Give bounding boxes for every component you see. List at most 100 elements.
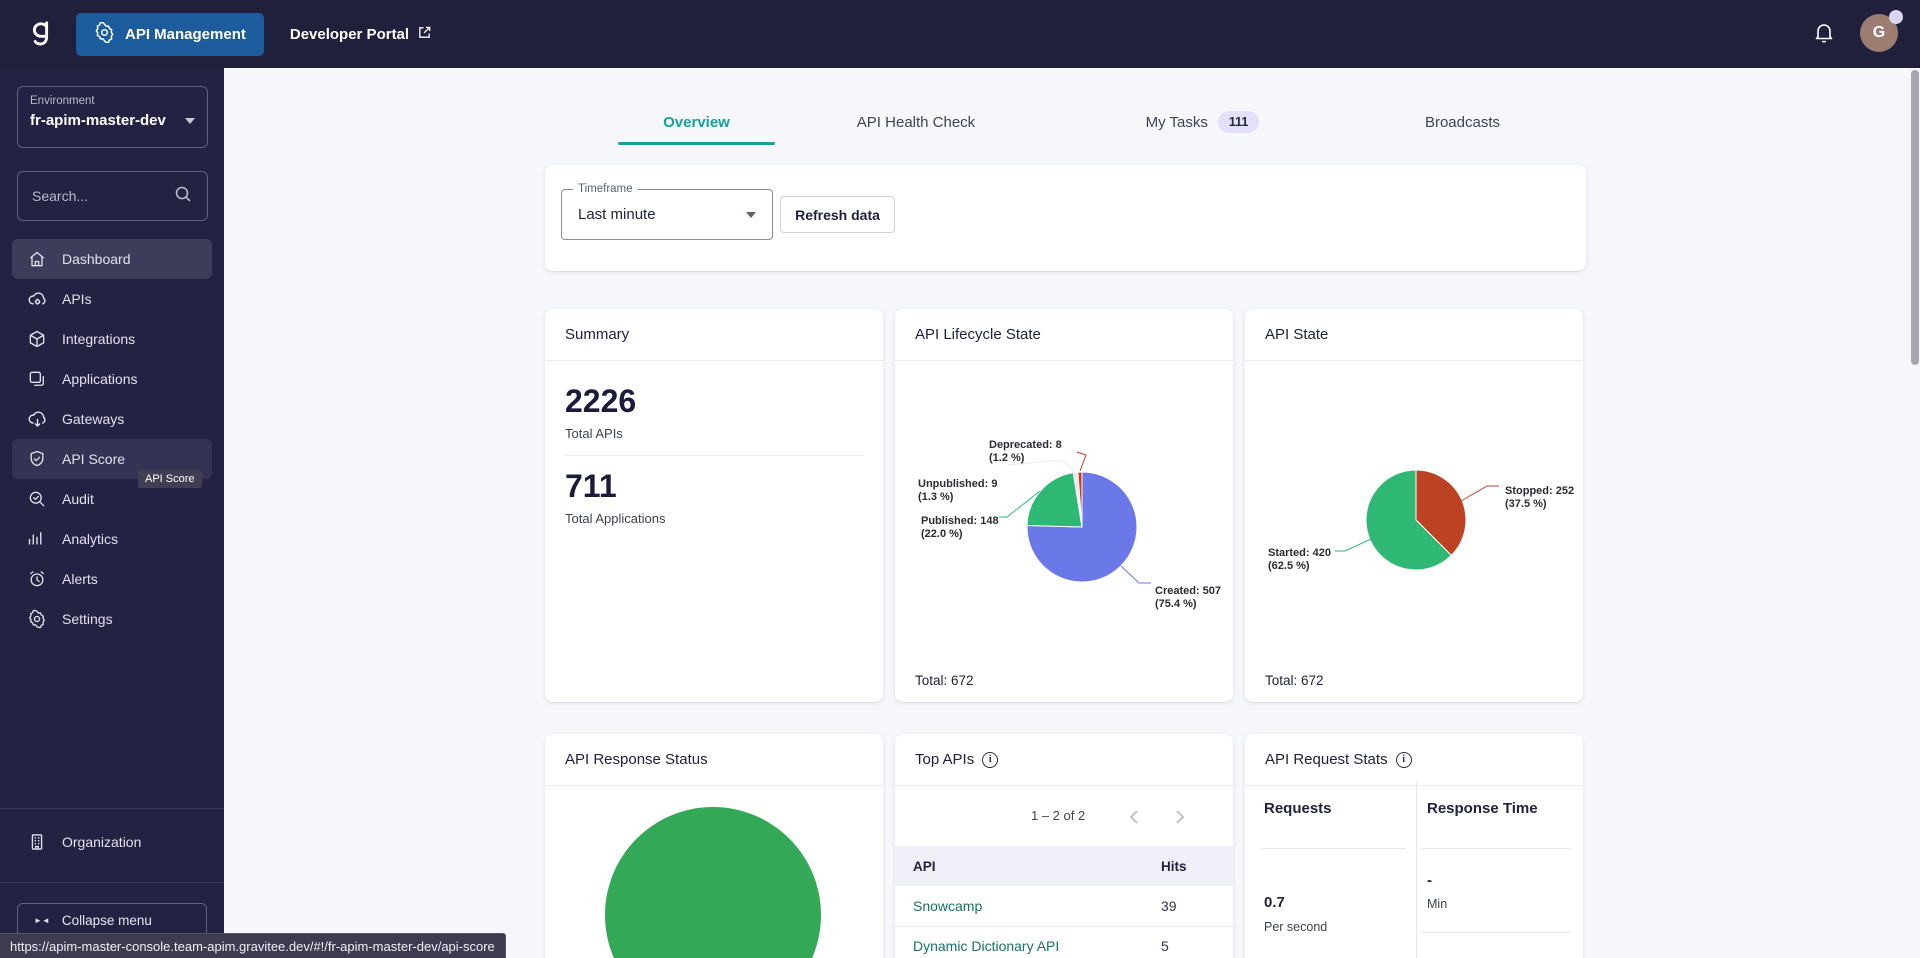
sidebar-item-analytics[interactable]: Analytics bbox=[12, 519, 212, 559]
tab-my-tasks[interactable]: My Tasks111 bbox=[1115, 100, 1290, 144]
cube-icon bbox=[26, 328, 48, 350]
sidebar-divider bbox=[0, 882, 224, 883]
lifecycle-total: Total: 672 bbox=[915, 673, 974, 688]
chevron-down-icon bbox=[746, 212, 756, 218]
apim-console: API Management Developer Portal G Enviro… bbox=[0, 0, 1920, 958]
requests-per-second-value: 0.7 bbox=[1264, 894, 1285, 911]
total-apis-value: 2226 bbox=[565, 383, 863, 420]
user-avatar[interactable]: G bbox=[1860, 14, 1900, 54]
gear-icon bbox=[26, 608, 48, 630]
sidebar-item-applications[interactable]: Applications bbox=[12, 359, 212, 399]
api-lifecycle-state-card: API Lifecycle State Deprecated: 8 (1.2 %… bbox=[895, 309, 1233, 702]
divider bbox=[1262, 848, 1406, 849]
total-applications-value: 711 bbox=[565, 468, 863, 505]
top-apis-title: Top APIs bbox=[915, 751, 974, 768]
search-icon bbox=[173, 184, 193, 209]
sidebar-item-alerts[interactable]: Alerts bbox=[12, 559, 212, 599]
request-stats-divider bbox=[1416, 782, 1417, 958]
api-request-stats-card: API Request Stats i Requests Response Ti… bbox=[1245, 734, 1583, 958]
sidebar-item-integrations[interactable]: Integrations bbox=[12, 319, 212, 359]
cloud-arrow-icon bbox=[26, 408, 48, 430]
gear-icon bbox=[94, 22, 115, 47]
sidebar-search-input[interactable]: Search... bbox=[17, 171, 208, 221]
environment-label: Environment bbox=[30, 95, 195, 107]
api-score-tooltip: API Score bbox=[138, 470, 202, 488]
scrollbar-thumb[interactable] bbox=[1911, 70, 1919, 365]
api-link[interactable]: Dynamic Dictionary API bbox=[913, 938, 1059, 954]
top-apis-table: API Hits Snowcamp 39 Dynamic Dictionary AP… bbox=[895, 846, 1233, 958]
notifications-bell-icon[interactable] bbox=[1812, 20, 1836, 49]
organization-label: Organization bbox=[62, 834, 141, 850]
col-header-api: API bbox=[895, 846, 1143, 886]
avatar-status-badge bbox=[1889, 10, 1903, 24]
sidebar: Environment fr-apim-master-dev Search...… bbox=[0, 68, 224, 958]
info-icon[interactable]: i bbox=[1396, 752, 1412, 768]
home-icon bbox=[26, 248, 48, 270]
sidebar-divider bbox=[0, 808, 224, 809]
search-check-icon bbox=[26, 488, 48, 510]
collapse-arrows-icon: ►◄ bbox=[34, 916, 50, 925]
top-apis-paginator: 1 – 2 of 2 bbox=[895, 786, 1233, 846]
pie-label-created: Created: 507 (75.4 %) bbox=[1155, 585, 1235, 611]
chevron-down-icon bbox=[185, 118, 195, 124]
sidebar-item-dashboard[interactable]: Dashboard bbox=[12, 239, 212, 279]
total-applications-label: Total Applications bbox=[565, 511, 863, 526]
timeframe-label: Timeframe bbox=[573, 183, 638, 195]
hits-value: 5 bbox=[1143, 926, 1233, 958]
col-header-hits: Hits bbox=[1143, 846, 1233, 886]
api-state-title: API State bbox=[1265, 326, 1328, 343]
top-apis-card: Top APIs i 1 – 2 of 2 API Hits Snowcamp 3… bbox=[895, 734, 1233, 958]
divider bbox=[1422, 848, 1570, 849]
collapse-menu-label: Collapse menu bbox=[62, 913, 152, 928]
bar-chart-icon bbox=[26, 528, 48, 550]
api-management-button[interactable]: API Management bbox=[76, 13, 264, 56]
api-response-status-card: API Response Status bbox=[545, 734, 883, 958]
paginator-prev-icon[interactable] bbox=[1117, 800, 1151, 834]
environment-value: fr-apim-master-dev bbox=[30, 112, 166, 129]
paginator-next-icon[interactable] bbox=[1163, 800, 1197, 834]
api-state-total: Total: 672 bbox=[1265, 673, 1324, 688]
shield-check-icon bbox=[26, 448, 48, 470]
collapse-menu-button[interactable]: ►◄ Collapse menu bbox=[17, 903, 207, 937]
developer-portal-link[interactable]: Developer Portal bbox=[290, 25, 432, 44]
tab-broadcasts[interactable]: Broadcasts bbox=[1390, 100, 1535, 144]
pie-label-started: Started: 420 (62.5 %) bbox=[1268, 547, 1348, 573]
vertical-scrollbar[interactable] bbox=[1910, 68, 1920, 958]
tab-api-health-check[interactable]: API Health Check bbox=[830, 100, 1002, 144]
sidebar-item-apis[interactable]: APIs bbox=[12, 279, 212, 319]
lifecycle-pie-chart bbox=[895, 309, 1233, 702]
info-icon[interactable]: i bbox=[982, 752, 998, 768]
alarm-icon bbox=[26, 568, 48, 590]
pie-slice-published[interactable] bbox=[1027, 473, 1082, 527]
requests-per-second-unit: Per second bbox=[1264, 920, 1327, 934]
divider bbox=[1422, 932, 1570, 933]
pie-label-stopped: Stopped: 252 (37.5 %) bbox=[1505, 485, 1585, 511]
topbar: API Management Developer Portal G bbox=[0, 0, 1920, 68]
tab-overview[interactable]: Overview bbox=[618, 100, 775, 144]
filters-card: Timeframe Last minute Refresh data bbox=[545, 165, 1586, 271]
pie-label-deprecated: Deprecated: 8 (1.2 %) bbox=[989, 439, 1075, 465]
sidebar-item-organization[interactable]: Organization bbox=[12, 822, 212, 862]
timeframe-value: Last minute bbox=[578, 206, 656, 223]
sidebar-item-gateways[interactable]: Gateways bbox=[12, 399, 212, 439]
summary-card: Summary 2226 Total APIs 711 Total Applic… bbox=[545, 309, 883, 702]
link-url-statusbar: https://apim-master-console.team-apim.gr… bbox=[0, 933, 506, 958]
response-status-title: API Response Status bbox=[565, 751, 708, 768]
stack-icon bbox=[26, 368, 48, 390]
refresh-data-button[interactable]: Refresh data bbox=[780, 196, 895, 233]
pie-label-published: Published: 148 (22.0 %) bbox=[921, 515, 1005, 541]
total-apis-label: Total APIs bbox=[565, 426, 863, 441]
hits-value: 39 bbox=[1143, 886, 1233, 926]
environment-selector[interactable]: Environment fr-apim-master-dev bbox=[17, 86, 208, 148]
api-link[interactable]: Snowcamp bbox=[913, 898, 982, 914]
table-row: Snowcamp 39 bbox=[895, 886, 1233, 926]
lifecycle-title: API Lifecycle State bbox=[915, 326, 1041, 343]
building-icon bbox=[26, 831, 48, 853]
pie-slice[interactable] bbox=[605, 807, 821, 958]
pie-label-unpublished: Unpublished: 9 (1.3 %) bbox=[918, 478, 1006, 504]
my-tasks-count-badge: 111 bbox=[1218, 111, 1259, 133]
timeframe-select[interactable]: Timeframe Last minute bbox=[561, 189, 773, 240]
sidebar-item-settings[interactable]: Settings bbox=[12, 599, 212, 639]
api-state-card: API State Stopped: 252 (37.5 %) Started:… bbox=[1245, 309, 1583, 702]
external-link-icon bbox=[417, 25, 432, 44]
